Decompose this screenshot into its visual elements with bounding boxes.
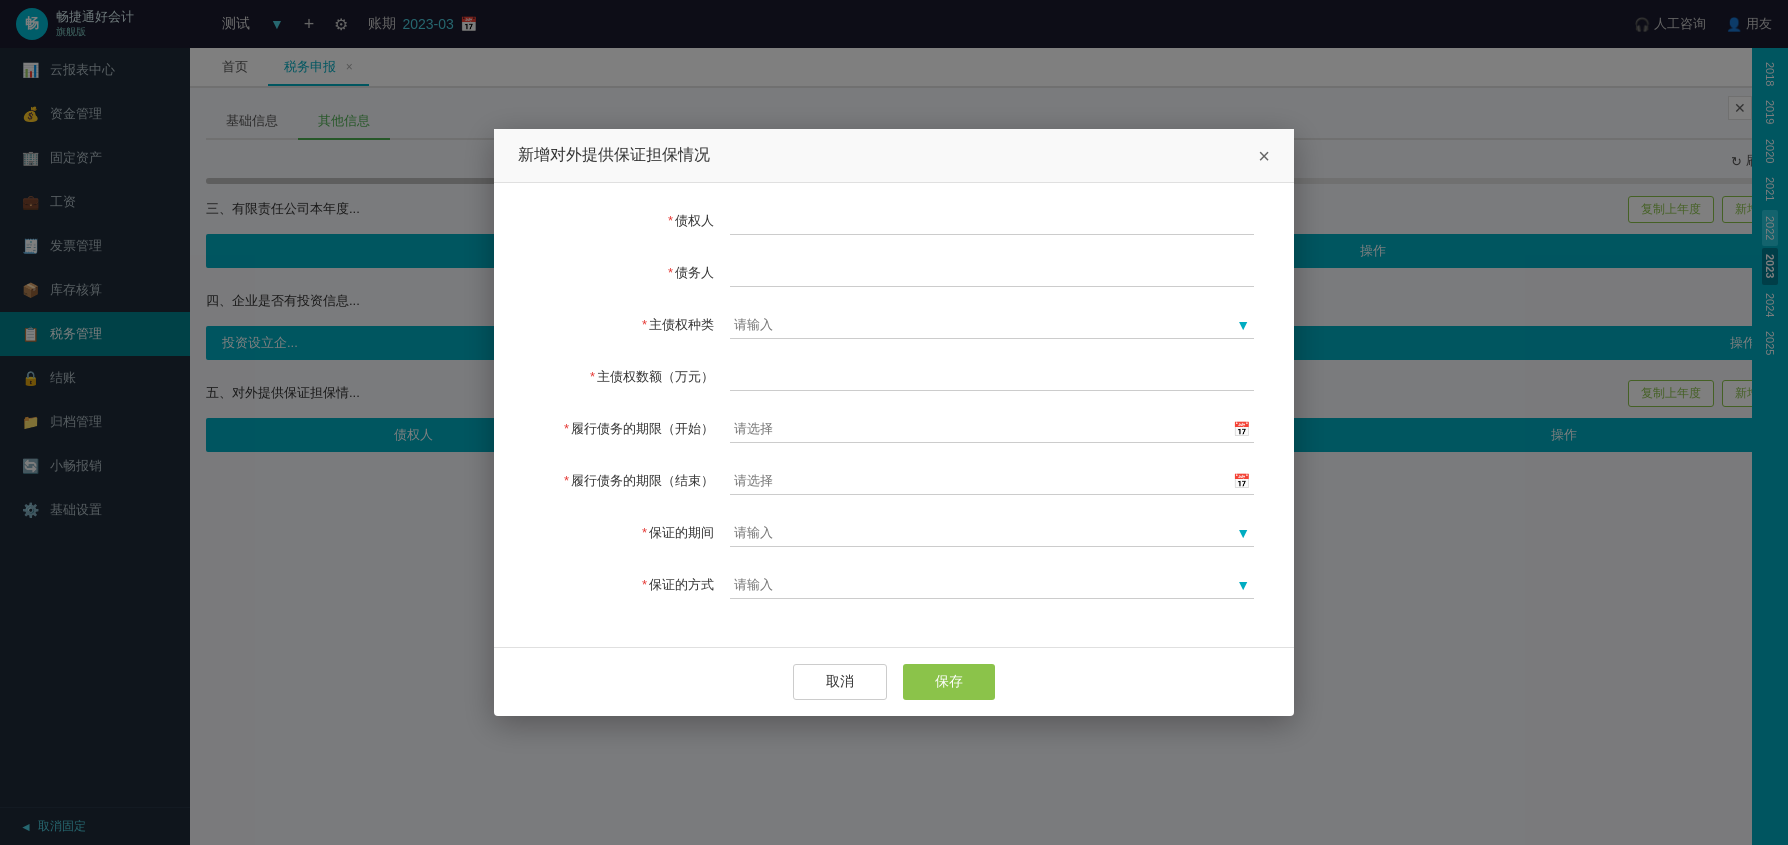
input-period-start[interactable]	[730, 415, 1233, 442]
select-claim-type-wrap: ▼	[730, 311, 1254, 339]
form-row-claim-amount: *主债权数额（万元）	[534, 363, 1254, 391]
claim-type-dropdown-icon[interactable]: ▼	[1236, 317, 1254, 333]
select-guarantee-period-wrap: ▼	[730, 519, 1254, 547]
guarantee-period-dropdown-icon[interactable]: ▼	[1236, 525, 1254, 541]
label-debtor: *债务人	[534, 264, 714, 282]
input-guarantee-method[interactable]	[730, 571, 1236, 598]
form-row-claim-type: *主债权种类 ▼	[534, 311, 1254, 339]
input-claim-amount[interactable]	[730, 363, 1254, 391]
modal-footer: 取消 保存	[494, 647, 1294, 716]
form-row-creditor: *债权人	[534, 207, 1254, 235]
period-start-calendar-icon[interactable]: 📅	[1233, 421, 1254, 437]
input-debtor[interactable]	[730, 259, 1254, 287]
period-end-calendar-icon[interactable]: 📅	[1233, 473, 1254, 489]
modal-overlay[interactable]: 新增对外提供保证担保情况 × *债权人 *债务人 *主债权种类	[0, 0, 1788, 845]
date-period-end-wrap: 📅	[730, 467, 1254, 495]
label-period-start: *履行债务的期限（开始）	[534, 420, 714, 438]
input-guarantee-period[interactable]	[730, 519, 1236, 546]
modal-header: 新增对外提供保证担保情况 ×	[494, 129, 1294, 183]
form-row-guarantee-method: *保证的方式 ▼	[534, 571, 1254, 599]
guarantee-method-dropdown-icon[interactable]: ▼	[1236, 577, 1254, 593]
select-guarantee-method-wrap: ▼	[730, 571, 1254, 599]
modal-close-button[interactable]: ×	[1258, 146, 1270, 166]
label-guarantee-period: *保证的期间	[534, 524, 714, 542]
save-button[interactable]: 保存	[903, 664, 995, 700]
input-claim-type[interactable]	[730, 311, 1236, 338]
label-claim-type: *主债权种类	[534, 316, 714, 334]
date-period-start-wrap: 📅	[730, 415, 1254, 443]
label-period-end: *履行债务的期限（结束）	[534, 472, 714, 490]
form-row-period-start: *履行债务的期限（开始） 📅	[534, 415, 1254, 443]
label-guarantee-method: *保证的方式	[534, 576, 714, 594]
modal-body: *债权人 *债务人 *主债权种类 ▼	[494, 183, 1294, 647]
modal-title: 新增对外提供保证担保情况	[518, 145, 710, 166]
modal-dialog: 新增对外提供保证担保情况 × *债权人 *债务人 *主债权种类	[494, 129, 1294, 716]
form-row-debtor: *债务人	[534, 259, 1254, 287]
form-row-period-end: *履行债务的期限（结束） 📅	[534, 467, 1254, 495]
input-creditor[interactable]	[730, 207, 1254, 235]
label-creditor: *债权人	[534, 212, 714, 230]
form-row-guarantee-period: *保证的期间 ▼	[534, 519, 1254, 547]
cancel-button[interactable]: 取消	[793, 664, 887, 700]
input-period-end[interactable]	[730, 467, 1233, 494]
label-claim-amount: *主债权数额（万元）	[534, 368, 714, 386]
